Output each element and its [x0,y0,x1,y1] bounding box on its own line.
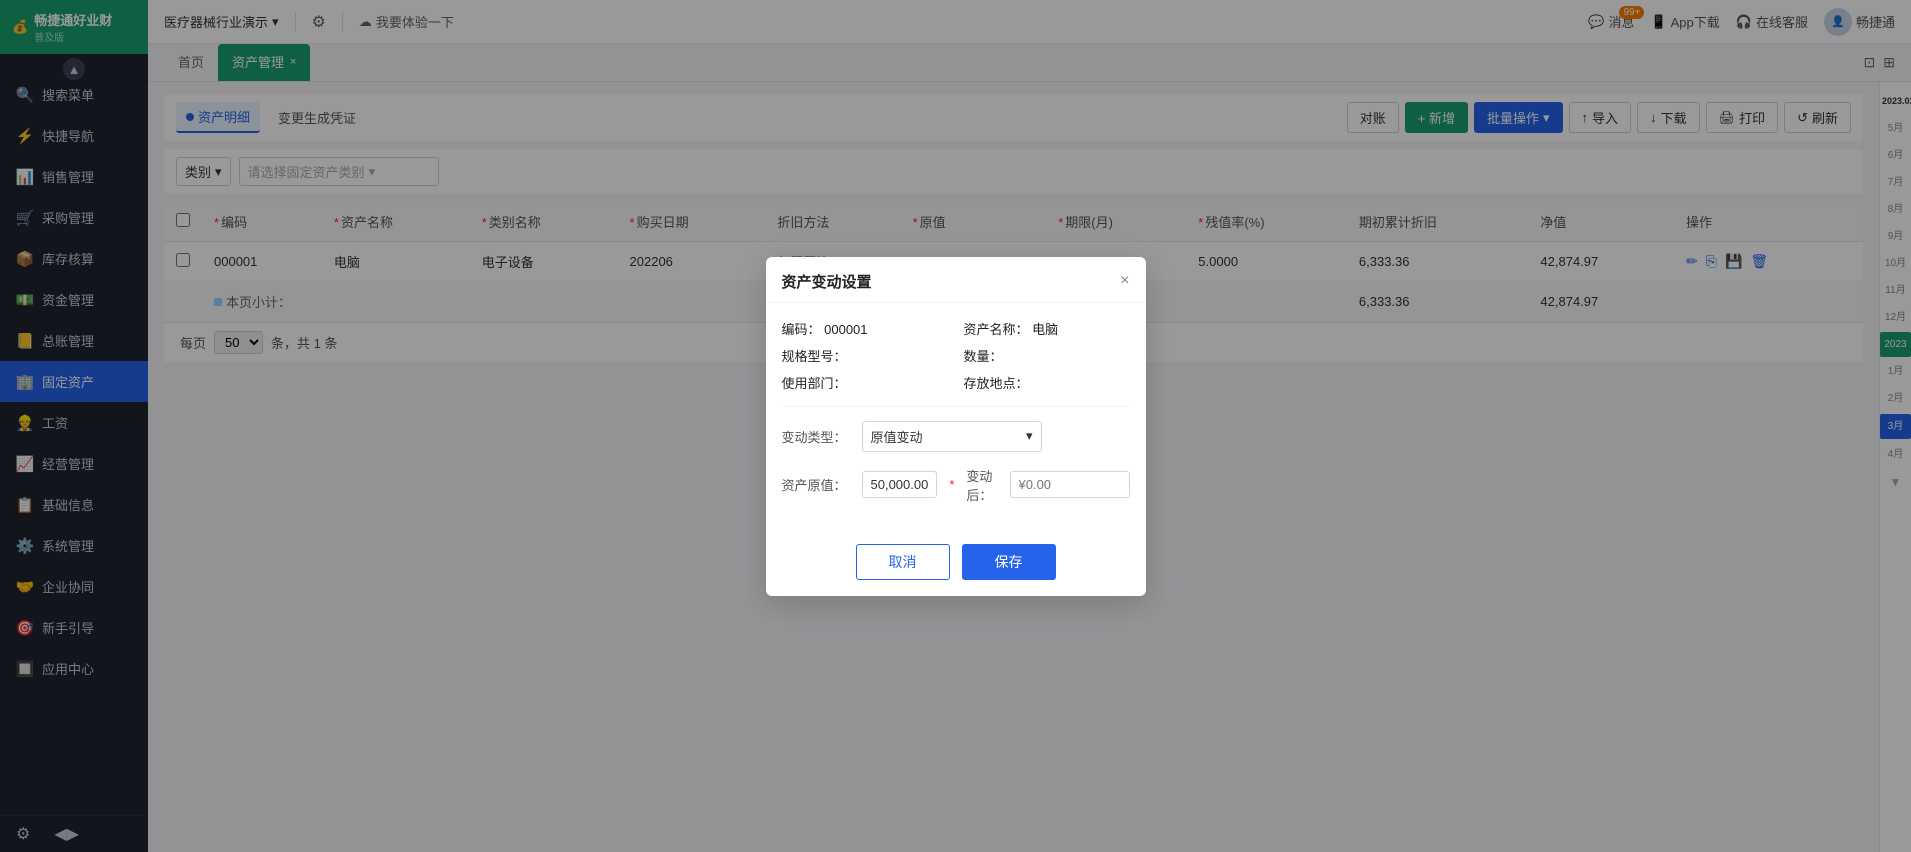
dialog-location: 存放地点： [964,373,1130,392]
after-change-input[interactable] [1010,471,1130,498]
original-value-val: 50,000.00 [871,477,929,492]
dialog-qty: 数量： [964,346,1130,365]
save-btn[interactable]: 保存 [962,544,1056,580]
dialog-body: 编码： 000001 资产名称： 电脑 规格型号： 数量： 使用部门： [766,303,1146,534]
dialog-spec: 规格型号： [782,346,948,365]
original-value-label: 资产原值： [782,475,852,494]
dialog-footer: 取消 保存 [766,534,1146,596]
required-star: * [949,477,954,492]
dialog-title: 资产变动设置 [782,271,872,292]
change-type-value: 原值变动 [871,427,923,446]
dialog-dept: 使用部门： [782,373,948,392]
dialog-asset-name: 资产名称： 电脑 [964,319,1130,338]
dialog-value-row: 资产原值： 50,000.00 * 变动后： [782,466,1130,504]
cancel-btn[interactable]: 取消 [856,544,950,580]
change-type-select[interactable]: 原值变动 ▾ [862,421,1042,452]
dialog-change-type-row: 变动类型： 原值变动 ▾ [782,421,1130,452]
dialog-info-grid: 编码： 000001 资产名称： 电脑 规格型号： 数量： 使用部门： [782,319,1130,407]
modal-overlay[interactable]: 资产变动设置 × 编码： 000001 资产名称： 电脑 规格型号： 数量： [0,0,1911,852]
asset-change-dialog: 资产变动设置 × 编码： 000001 资产名称： 电脑 规格型号： 数量： [766,257,1146,596]
change-type-label: 变动类型： [782,427,852,446]
original-value-display: 50,000.00 [862,471,938,498]
change-type-chevron-icon: ▾ [1026,428,1033,444]
after-change-label: 变动后： [966,466,997,504]
dialog-header: 资产变动设置 × [766,257,1146,303]
dialog-close-btn[interactable]: × [1120,272,1129,290]
dialog-code: 编码： 000001 [782,319,948,338]
